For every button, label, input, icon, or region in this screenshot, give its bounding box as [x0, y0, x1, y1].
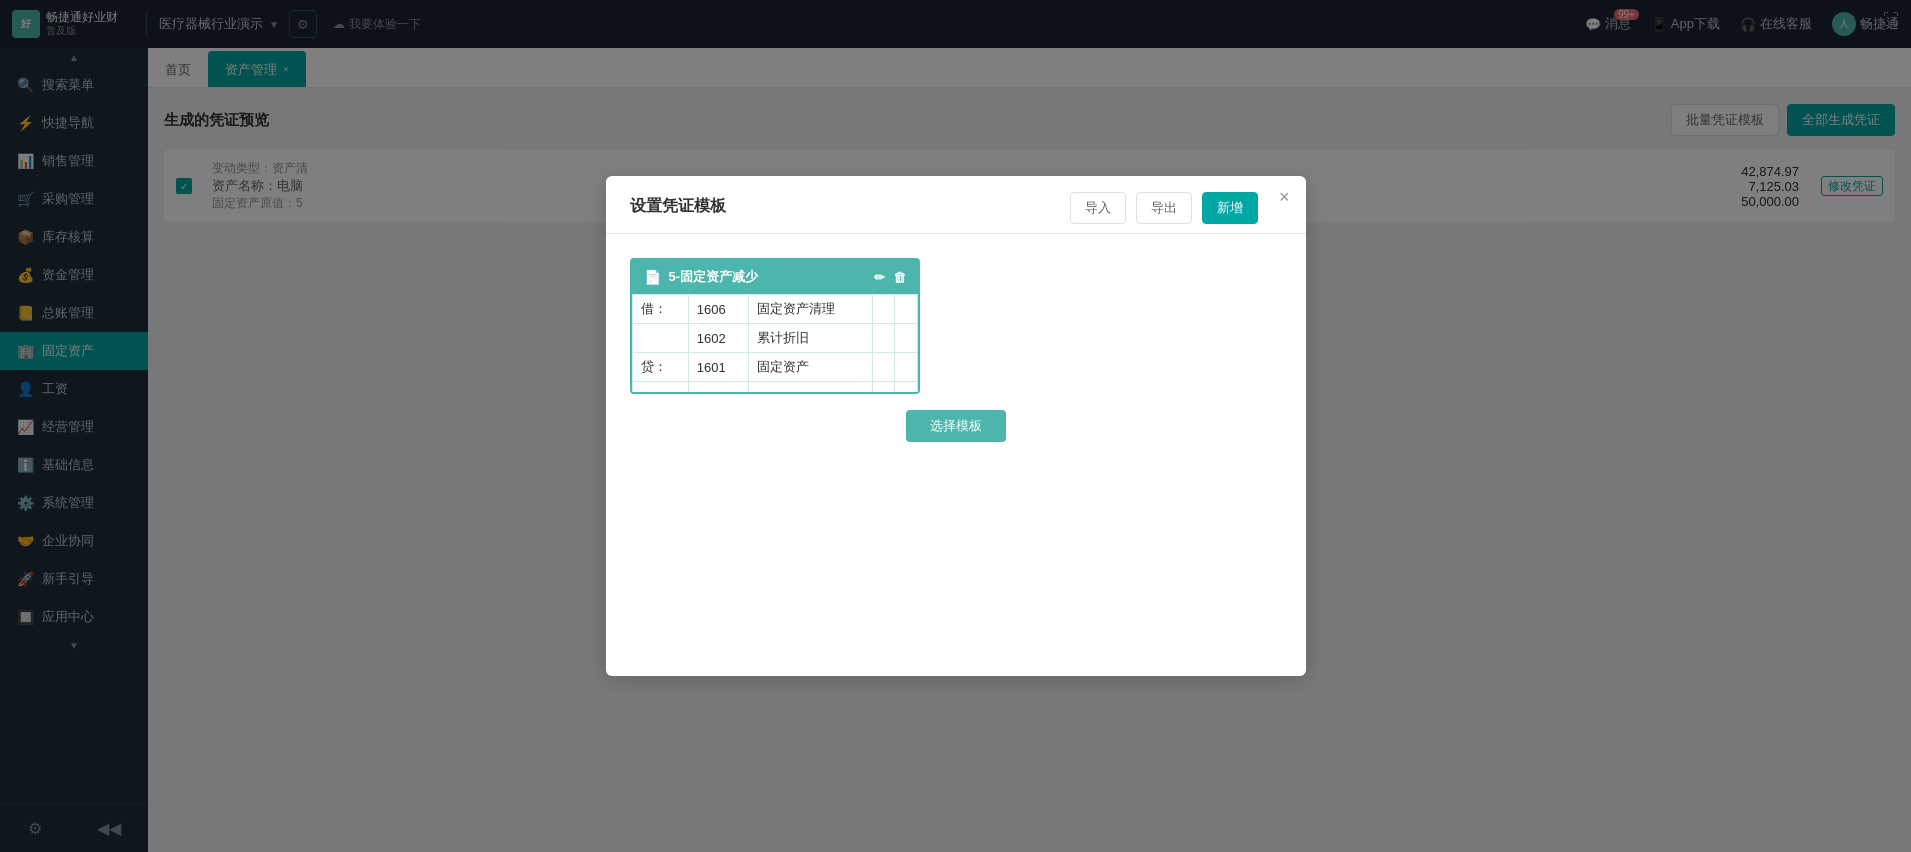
- code-cell: 1601: [688, 353, 748, 382]
- template-card-header: 📄 5-固定资产减少 ✏ 🗑: [632, 260, 918, 294]
- account-cell: [748, 382, 872, 393]
- dialog-overlay: 设置凭证模板 导入 导出 新增 × 📄 5-固定资产减少 ✏ 🗑: [0, 0, 1911, 852]
- dialog-toolbar: 导入 导出 新增: [1070, 192, 1258, 224]
- table-row: 贷： 1601 固定资产: [632, 353, 917, 382]
- template-edit-button[interactable]: ✏: [874, 270, 885, 285]
- account-cell: 固定资产清理: [748, 295, 872, 324]
- account-cell: 固定资产: [748, 353, 872, 382]
- dialog-title: 设置凭证模板: [630, 197, 726, 214]
- template-table: 借： 1606 固定资产清理 1602 累计折旧 贷：: [632, 294, 918, 392]
- code-cell: 1602: [688, 324, 748, 353]
- side-cell: 贷：: [632, 353, 688, 382]
- table-row: [632, 382, 917, 393]
- table-row: 1602 累计折旧: [632, 324, 917, 353]
- export-button[interactable]: 导出: [1136, 192, 1192, 224]
- credit-cell: [895, 353, 917, 382]
- debit-cell: [873, 353, 895, 382]
- dialog-body: 📄 5-固定资产减少 ✏ 🗑 借： 1606 固定资产清理: [606, 234, 1306, 466]
- template-delete-button[interactable]: 🗑: [893, 270, 906, 285]
- dialog-close-button[interactable]: ×: [1279, 188, 1290, 206]
- side-cell: [632, 382, 688, 393]
- account-cell: 累计折旧: [748, 324, 872, 353]
- dialog: 设置凭证模板 导入 导出 新增 × 📄 5-固定资产减少 ✏ 🗑: [606, 176, 1306, 676]
- side-cell: [632, 324, 688, 353]
- credit-cell: [895, 295, 917, 324]
- table-row: 借： 1606 固定资产清理: [632, 295, 917, 324]
- debit-cell: [873, 382, 895, 393]
- credit-cell: [895, 382, 917, 393]
- new-button[interactable]: 新增: [1202, 192, 1258, 224]
- template-card-actions: ✏ 🗑: [874, 270, 906, 285]
- template-card-doc-icon: 📄: [644, 269, 661, 285]
- side-cell: 借：: [632, 295, 688, 324]
- debit-cell: [873, 324, 895, 353]
- code-cell: 1606: [688, 295, 748, 324]
- credit-cell: [895, 324, 917, 353]
- code-cell: [688, 382, 748, 393]
- import-button[interactable]: 导入: [1070, 192, 1126, 224]
- template-card: 📄 5-固定资产减少 ✏ 🗑 借： 1606 固定资产清理: [630, 258, 920, 394]
- debit-cell: [873, 295, 895, 324]
- template-card-name: 5-固定资产减少: [669, 268, 759, 286]
- select-template-button[interactable]: 选择模板: [906, 410, 1006, 442]
